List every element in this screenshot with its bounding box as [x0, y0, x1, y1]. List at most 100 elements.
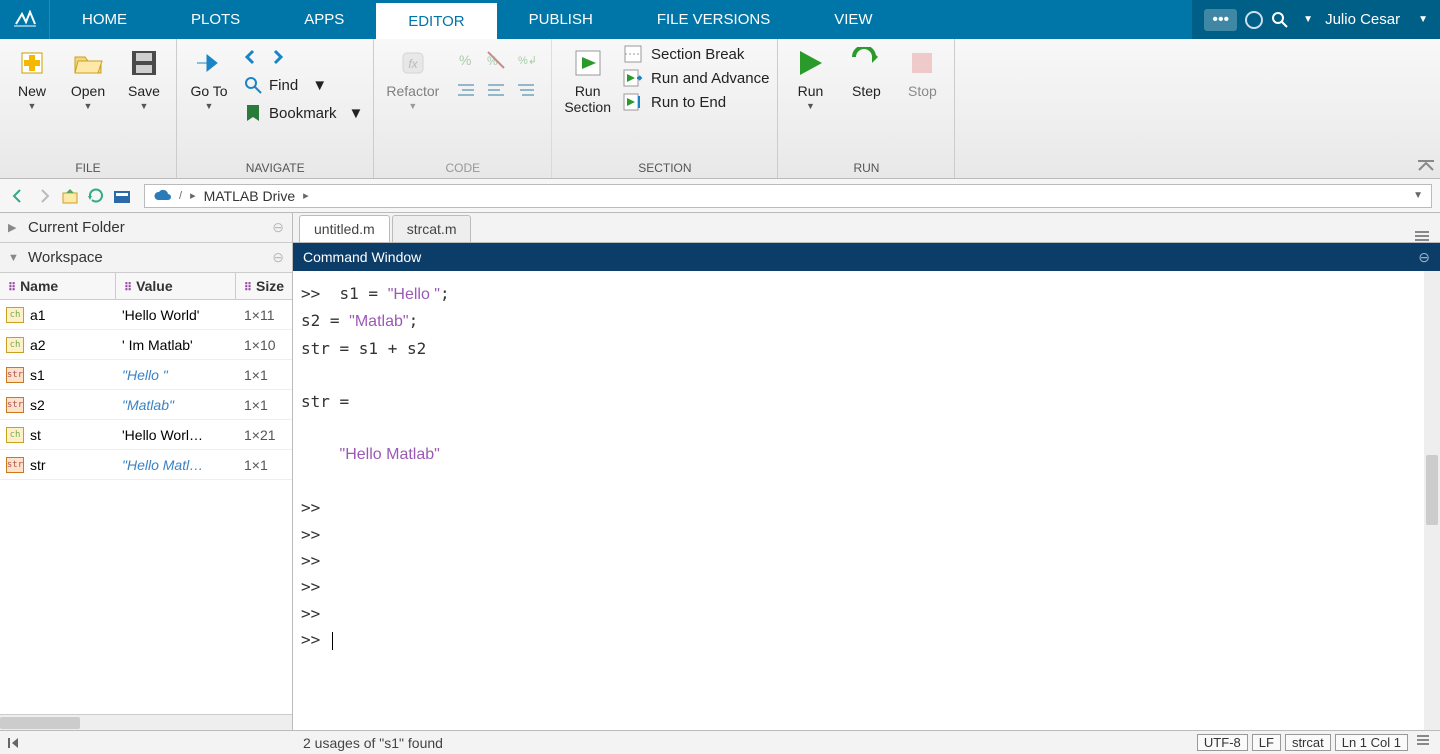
run-to-end-button[interactable]: Run to End: [621, 91, 771, 113]
stop-button[interactable]: Stop: [896, 43, 948, 103]
var-value: 'Hello World': [118, 307, 240, 323]
workspace-rows: cha1'Hello World'1×11cha2' Im Matlab'1×1…: [0, 300, 292, 714]
svg-text:fx: fx: [408, 57, 418, 71]
workspace-var-row[interactable]: cha2' Im Matlab'1×10: [0, 330, 292, 360]
ribbon-label-run: RUN: [784, 159, 948, 178]
status-message: 2 usages of "s1" found: [293, 735, 1197, 751]
editor-tab-menu-icon[interactable]: [1404, 230, 1440, 242]
path-segment[interactable]: MATLAB Drive: [204, 188, 296, 204]
var-value: "Hello ": [118, 367, 240, 383]
editor-tab[interactable]: strcat.m: [392, 215, 472, 242]
workspace-var-row[interactable]: cha1'Hello World'1×11: [0, 300, 292, 330]
goto-button[interactable]: Go To▼: [183, 43, 235, 115]
nav-refresh-icon[interactable]: [86, 186, 106, 206]
left-pane: ▶ Current Folder ⊖ ▼ Workspace ⊖ ⠿Name ⠿…: [0, 213, 293, 730]
workspace-var-row[interactable]: strs2"Matlab"1×1: [0, 390, 292, 420]
tab-plots[interactable]: PLOTS: [159, 0, 272, 39]
var-size: 1×10: [240, 337, 292, 353]
path-crumbs[interactable]: / ▸ MATLAB Drive ▸ ▼: [144, 184, 1432, 208]
command-window-vscroll[interactable]: [1424, 271, 1440, 730]
tab-home[interactable]: HOME: [50, 0, 159, 39]
ribbon-label-section: SECTION: [558, 159, 771, 178]
comment-icon[interactable]: %: [455, 49, 477, 71]
indent-icon[interactable]: [455, 79, 477, 101]
status-function[interactable]: strcat: [1285, 734, 1331, 751]
workspace-var-row[interactable]: chst'Hello Worl…1×21: [0, 420, 292, 450]
wrap-comment-icon[interactable]: %↲: [515, 49, 537, 71]
matlab-logo-icon[interactable]: [0, 0, 50, 39]
open-button[interactable]: Open▼: [62, 43, 114, 115]
current-folder-header[interactable]: ▶ Current Folder ⊖: [0, 213, 292, 243]
status-left[interactable]: [0, 736, 293, 750]
goto-start-icon[interactable]: [6, 736, 20, 750]
ribbon-label-file: FILE: [6, 159, 170, 178]
uncomment-icon[interactable]: %: [485, 49, 507, 71]
tab-file-versions[interactable]: FILE VERSIONS: [625, 0, 802, 39]
var-size: 1×11: [240, 307, 292, 323]
search-icon[interactable]: [1271, 11, 1289, 29]
workspace-var-row[interactable]: strs1"Hello "1×1: [0, 360, 292, 390]
user-caret-icon[interactable]: ▼: [1418, 14, 1428, 25]
workspace-hscroll[interactable]: [0, 714, 292, 730]
ribbon-group-run: Run▼ Step Stop RUN: [778, 39, 955, 178]
bookmark-button[interactable]: Bookmark ▼: [239, 101, 367, 125]
more-icon[interactable]: •••: [1204, 9, 1237, 31]
step-button[interactable]: Step: [840, 43, 892, 103]
tab-editor[interactable]: EDITOR: [376, 0, 496, 39]
search-caret-icon[interactable]: ▼: [1303, 14, 1313, 25]
editor-tab[interactable]: untitled.m: [299, 215, 390, 242]
smart-indent-icon[interactable]: [515, 79, 537, 101]
refactor-button[interactable]: fx Refactor▼: [380, 43, 445, 115]
col-size[interactable]: ⠿Size: [236, 273, 292, 299]
tab-publish[interactable]: PUBLISH: [497, 0, 625, 39]
status-cursor-pos[interactable]: Ln 1 Col 1: [1335, 734, 1408, 751]
find-button[interactable]: Find ▼: [239, 73, 367, 97]
command-window-body[interactable]: >> s1 = "Hello "; s2 = "Matlab"; str = s…: [293, 271, 1440, 730]
workspace-header[interactable]: ▼ Workspace ⊖: [0, 243, 292, 273]
chevron-right-icon[interactable]: ▸: [190, 189, 196, 202]
run-button[interactable]: Run▼: [784, 43, 836, 115]
var-type-icon: str: [6, 397, 24, 413]
command-window-header[interactable]: Command Window ⊖: [293, 243, 1440, 271]
nav-fwd-icon[interactable]: [34, 186, 54, 206]
ribbon-label-code: CODE: [380, 159, 545, 178]
help-icon[interactable]: [1245, 11, 1263, 29]
var-name: st: [30, 427, 41, 443]
expand-icon[interactable]: ▶: [8, 221, 22, 234]
var-value: ' Im Matlab': [118, 337, 240, 353]
top-tab-bar: HOME PLOTS APPS EDITOR PUBLISH FILE VERS…: [0, 0, 1440, 39]
panel-close-icon[interactable]: ⊖: [272, 219, 284, 236]
ribbon-collapse-icon[interactable]: [1412, 39, 1440, 178]
command-window-close-icon[interactable]: ⊖: [1418, 249, 1430, 266]
var-name: s1: [30, 367, 45, 383]
nav-up-icon[interactable]: [60, 186, 80, 206]
run-section-button[interactable]: Run Section: [558, 43, 617, 119]
collapse-icon[interactable]: ▼: [8, 252, 22, 264]
status-menu-icon[interactable]: [1412, 734, 1434, 751]
status-encoding[interactable]: UTF-8: [1197, 734, 1248, 751]
svg-text:%↲: %↲: [518, 55, 537, 67]
save-button[interactable]: Save▼: [118, 43, 170, 115]
var-type-icon: str: [6, 457, 24, 473]
tab-view[interactable]: VIEW: [802, 0, 904, 39]
workspace-var-row[interactable]: strstr"Hello Matl…1×1: [0, 450, 292, 480]
nav-history-back-forward[interactable]: [239, 45, 367, 69]
section-break-button[interactable]: Section Break: [621, 43, 771, 65]
nav-back-icon[interactable]: [8, 186, 28, 206]
panel-close-icon[interactable]: ⊖: [272, 249, 284, 266]
outdent-icon[interactable]: [485, 79, 507, 101]
var-name: s2: [30, 397, 45, 413]
run-and-advance-button[interactable]: Run and Advance: [621, 67, 771, 89]
col-name[interactable]: ⠿Name: [0, 273, 116, 299]
col-value[interactable]: ⠿Value: [116, 273, 236, 299]
path-dropdown-icon[interactable]: ▼: [1413, 190, 1423, 201]
cloud-icon: [153, 189, 171, 203]
new-button[interactable]: New▼: [6, 43, 58, 115]
tab-apps[interactable]: APPS: [272, 0, 376, 39]
user-name[interactable]: Julio Cesar: [1321, 11, 1404, 28]
var-name: a1: [30, 307, 46, 323]
chevron-right-icon[interactable]: ▸: [303, 189, 309, 202]
ribbon-group-navigate: Go To▼ Find ▼ Bookmark ▼ NAVIGAT: [177, 39, 374, 178]
status-line-ending[interactable]: LF: [1252, 734, 1281, 751]
nav-browse-icon[interactable]: [112, 186, 132, 206]
